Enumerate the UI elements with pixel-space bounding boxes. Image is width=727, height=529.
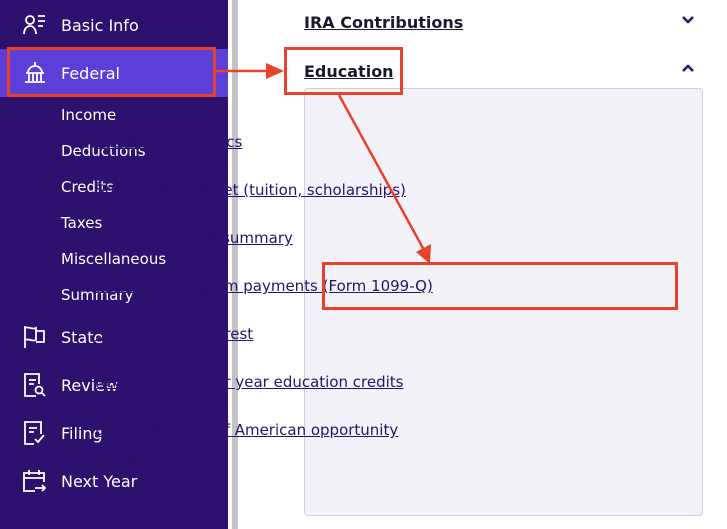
- education-panel: [304, 88, 703, 516]
- capitol-building-icon: [22, 60, 48, 86]
- link-all-education-topics[interactable]: All education topics: [95, 133, 242, 151]
- link-disqualification-aoc-cont[interactable]: credit: [95, 453, 138, 471]
- flag-icon: [22, 324, 48, 350]
- section-ira-contributions[interactable]: IRA Contributions: [304, 13, 463, 32]
- sidebar-item-federal[interactable]: Federal: [0, 49, 228, 97]
- sidebar: Basic Info Federal Income Deductions Cre…: [0, 0, 228, 529]
- link-student-worksheet[interactable]: Student Worksheet (tuition, scholarships…: [95, 181, 406, 199]
- link-disqualification-aoc[interactable]: Disqualification of American opportunity: [95, 421, 398, 439]
- sidebar-subitem-miscellaneous[interactable]: Miscellaneous: [61, 250, 166, 268]
- scrollbar[interactable]: [232, 0, 238, 529]
- person-list-icon: [22, 12, 48, 38]
- document-check-icon: [22, 420, 48, 446]
- calendar-arrow-icon: [22, 468, 48, 494]
- sidebar-divider: [228, 0, 240, 529]
- chevron-down-icon[interactable]: [680, 14, 696, 26]
- document-search-icon: [22, 372, 48, 398]
- link-education-credit-summary[interactable]: Education credit summary: [95, 229, 293, 247]
- sidebar-subitem-income[interactable]: Income: [61, 106, 116, 124]
- link-recapture-education-credits[interactable]: Recapture of prior year education credit…: [95, 373, 403, 391]
- link-student-loan-interest[interactable]: Student loan interest: [95, 325, 253, 343]
- section-education[interactable]: Education: [304, 62, 394, 81]
- sidebar-item-label: Basic Info: [61, 15, 139, 35]
- sidebar-item-label: Federal: [61, 63, 120, 83]
- sidebar-item-basic-info[interactable]: Basic Info: [0, 1, 228, 49]
- sidebar-item-label: Next Year: [61, 471, 138, 491]
- main-content: IRA Contributions Education: [240, 0, 727, 529]
- link-education-program-payments[interactable]: Education program payments (Form 1099-Q): [95, 277, 433, 295]
- chevron-up-icon[interactable]: [680, 62, 696, 74]
